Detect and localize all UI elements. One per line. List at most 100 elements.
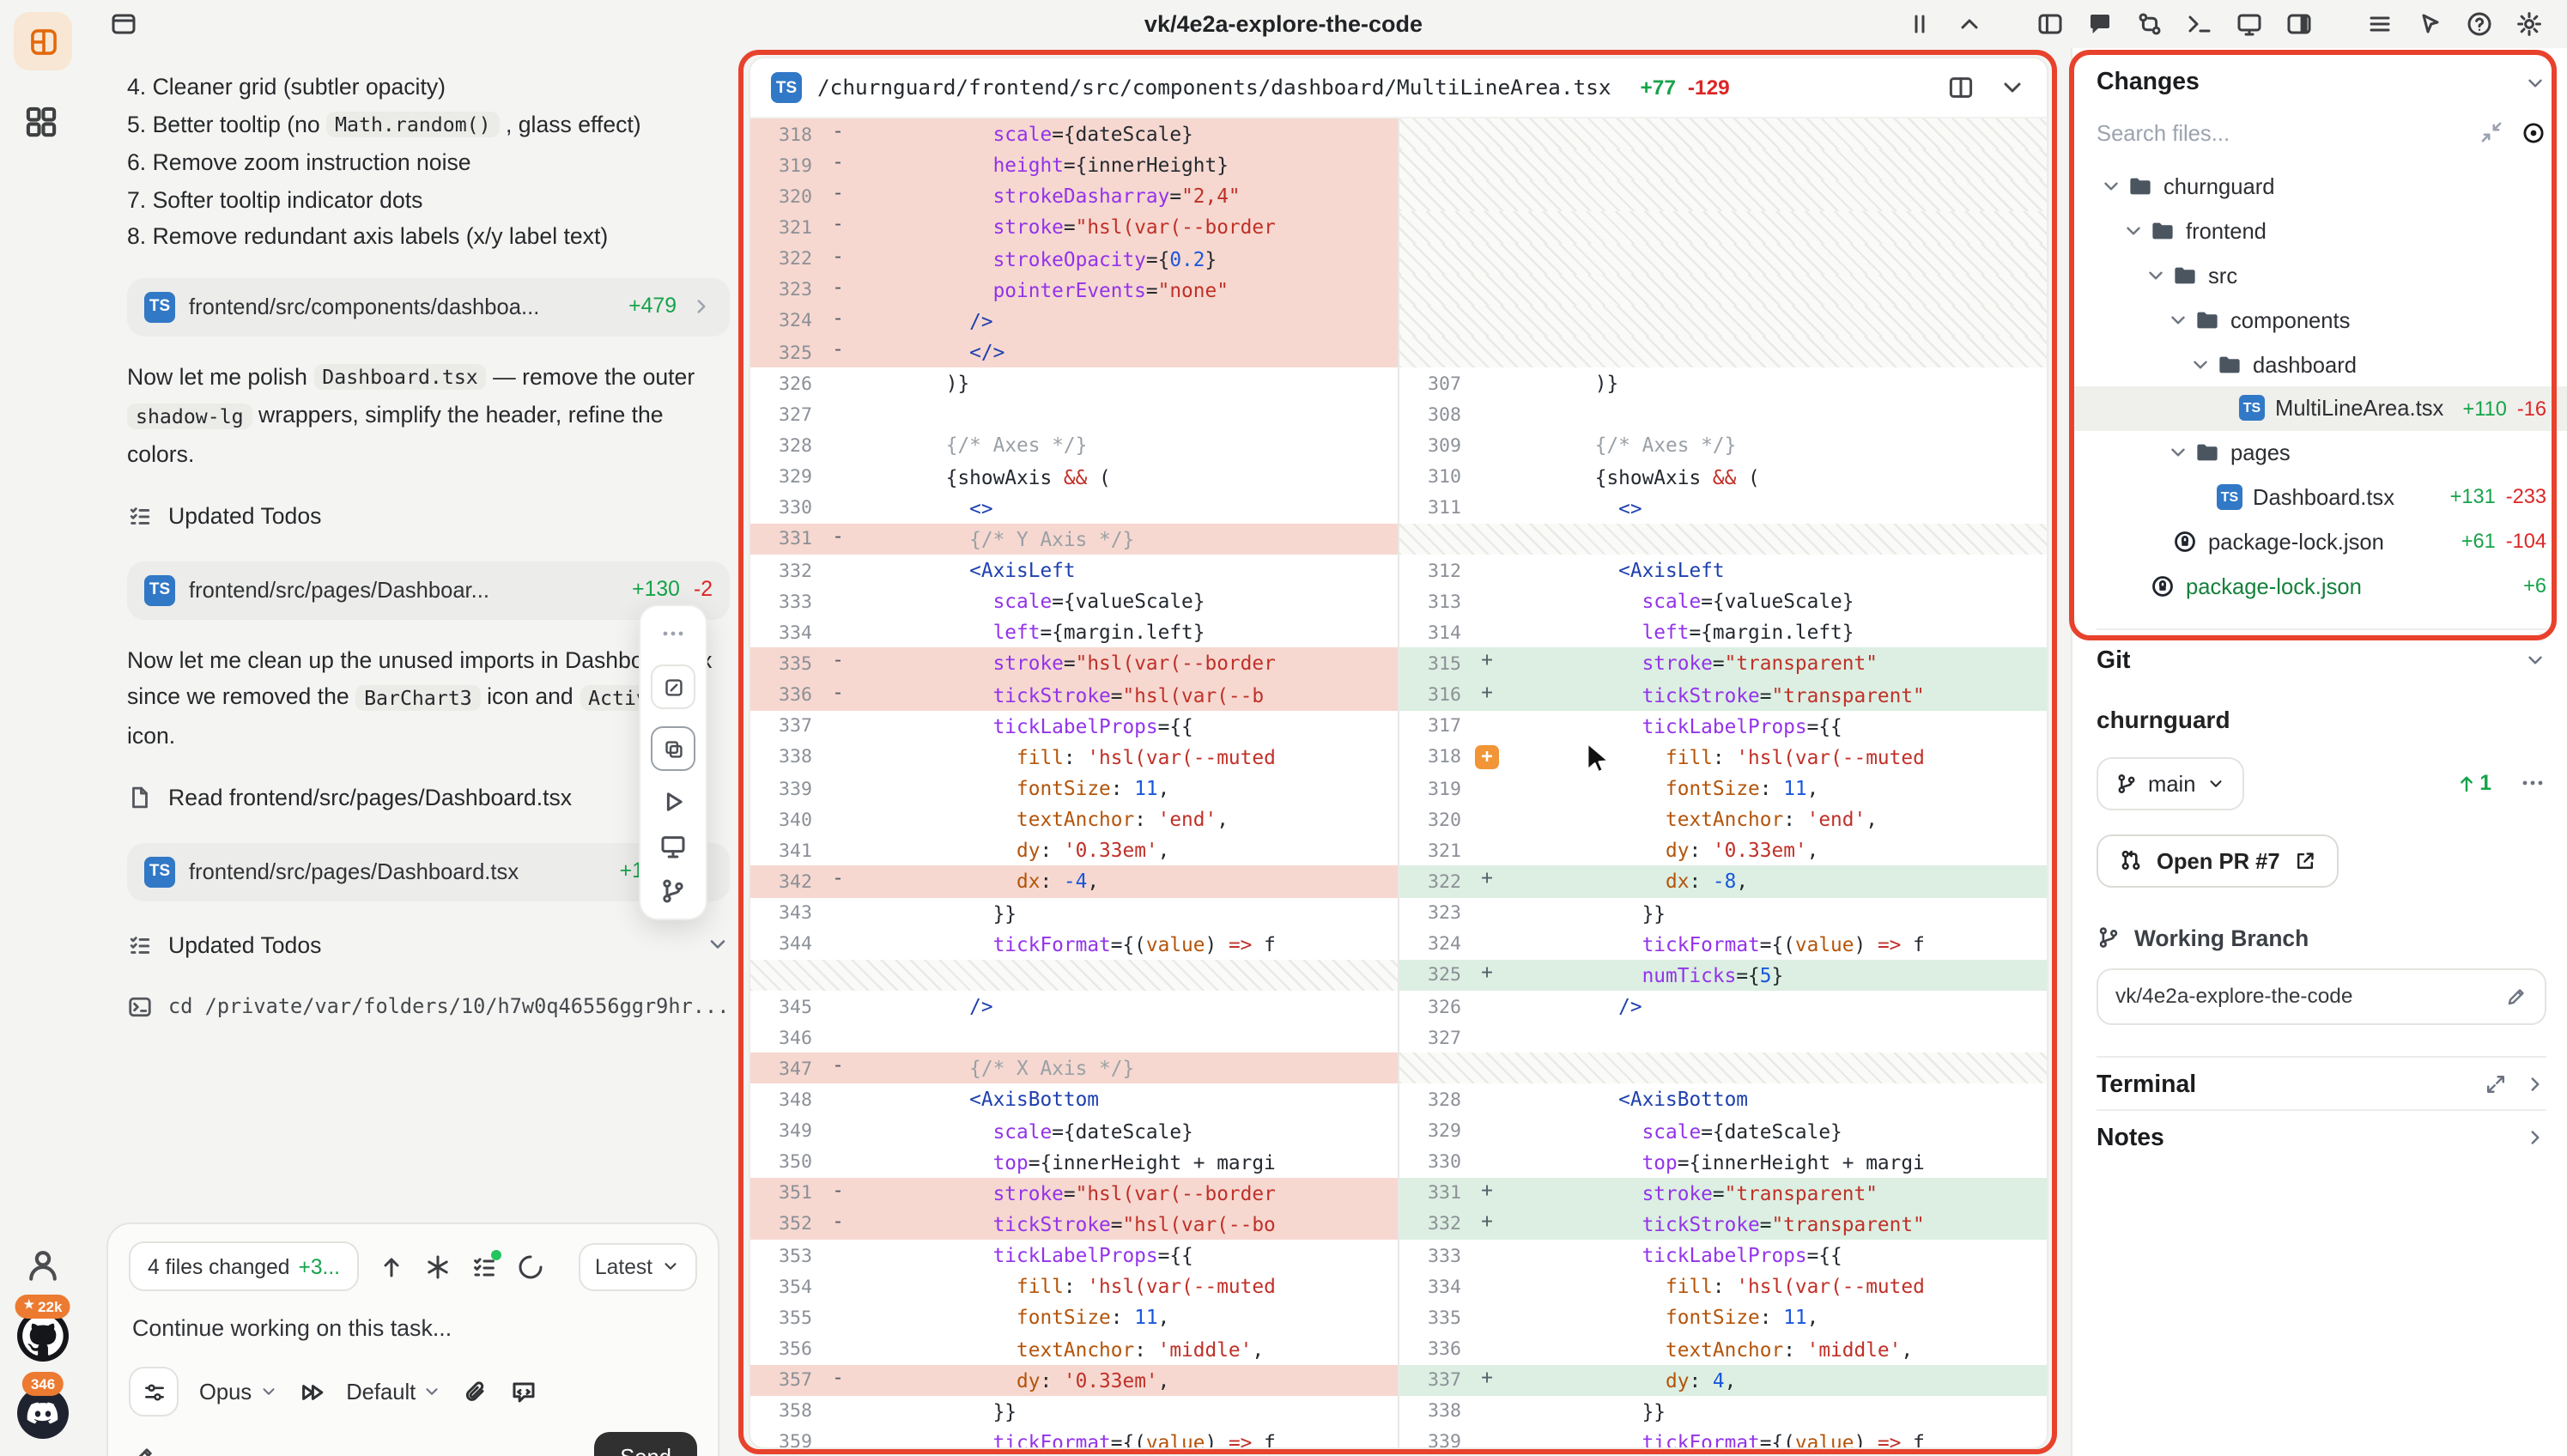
star-icon: ★	[24, 1301, 35, 1313]
add-comment-button[interactable]: +	[1475, 745, 1499, 769]
open-pr-button[interactable]: Open PR #7	[2097, 834, 2339, 888]
search-files-input[interactable]: Search files...	[2097, 119, 2462, 145]
home-workspace-button[interactable]	[14, 12, 72, 70]
tool-row[interactable]: Updated Todos	[127, 926, 730, 963]
terminal-command-row[interactable]: cd /private/var/folders/10/h7w0q46556ggr…	[127, 989, 730, 1026]
watch-toggle-button[interactable]	[2521, 119, 2546, 145]
menu-button[interactable]	[2366, 10, 2394, 38]
tree-item-frontend[interactable]: frontend	[2097, 209, 2546, 254]
help-button[interactable]	[2466, 10, 2493, 38]
github-link[interactable]: ★22k	[17, 1310, 69, 1362]
files-changed-label: 4 files changed	[148, 1254, 289, 1278]
edit-pencil-button[interactable]	[129, 1443, 156, 1456]
diff-row: 358 }}338 }}	[750, 1396, 2047, 1427]
terminal-section-header[interactable]: Terminal	[2097, 1056, 2546, 1109]
pointer-mode-button[interactable]	[2416, 10, 2443, 38]
file-chip[interactable]: TSfrontend/src/components/dashboa...+479	[127, 277, 730, 336]
diff-filler	[1399, 1053, 2047, 1083]
present-button[interactable]	[659, 833, 687, 860]
toggle-right-panel-button[interactable]	[2285, 10, 2313, 38]
chevron-down-icon[interactable]	[2189, 353, 2212, 375]
tree-item-pages[interactable]: pages	[2097, 431, 2546, 476]
tree-item-package-lock-json[interactable]: package-lock.json+61-104	[2097, 519, 2546, 564]
workspaces-button[interactable]	[22, 103, 60, 149]
fast-forward-button[interactable]	[298, 1378, 325, 1405]
model-dropdown[interactable]: Opus	[199, 1379, 277, 1404]
diff-line-new: 331+ stroke="transparent"	[1399, 1178, 2047, 1209]
annotate-button[interactable]	[651, 664, 695, 709]
preview-monitor-button[interactable]	[2236, 10, 2263, 38]
collapse-up-button[interactable]	[1956, 10, 1983, 38]
layout-grid-icon	[27, 25, 59, 58]
working-branch-input[interactable]: vk/4e2a-explore-the-code	[2097, 968, 2546, 1025]
collapse-git-button[interactable]	[2524, 650, 2546, 672]
composer: 4 files changed +3... Latest Continue wo…	[106, 1222, 719, 1456]
pause-button[interactable]	[1906, 10, 1933, 38]
discord-link[interactable]: 346	[17, 1387, 69, 1439]
chevron-down-icon[interactable]	[2100, 176, 2122, 198]
collapse-changes-button[interactable]	[2524, 71, 2546, 94]
tree-item-dashboard[interactable]: dashboard	[2097, 342, 2546, 386]
tree-item-dashboard-tsx[interactable]: TSDashboard.tsx+131-233	[2097, 475, 2546, 519]
git-menu-button[interactable]	[2519, 770, 2546, 798]
tool-row[interactable]: Updated Todos	[127, 498, 730, 535]
account-button[interactable]	[24, 1247, 62, 1284]
tree-item-components[interactable]: components	[2097, 298, 2546, 343]
tree-item-multilinearea-tsx[interactable]: TSMultiLineArea.tsx+110-16	[2097, 386, 2546, 431]
git-branch-icon	[2097, 926, 2121, 950]
diff-filler	[1399, 118, 2047, 149]
todos-button[interactable]	[470, 1253, 498, 1280]
collapse-tree-button[interactable]	[2479, 120, 2503, 144]
tree-item-stats: +110-16	[2462, 397, 2546, 421]
sparkle-button[interactable]	[424, 1253, 452, 1280]
terminal-button[interactable]	[2186, 10, 2213, 38]
mode-dropdown[interactable]: Default	[346, 1379, 441, 1404]
chat-panel-button[interactable]	[2086, 10, 2114, 38]
diff-line-old: 319- height={innerHeight}	[750, 149, 1399, 180]
chevron-down-icon[interactable]	[2167, 441, 2189, 464]
tree-item-stats: +61-104	[2461, 530, 2546, 554]
diff-line-new: 327	[1399, 1022, 2047, 1053]
diff-line-old: 333 scale={valueScale}	[750, 585, 1399, 616]
diff-row: 346327	[750, 1022, 2047, 1053]
collapse-diff-button[interactable]	[1999, 74, 2026, 101]
diff-line-new: 323 }}	[1399, 897, 2047, 928]
composer-input[interactable]: Continue working on this task...	[132, 1315, 694, 1341]
commits-ahead[interactable]: 1	[2455, 772, 2491, 796]
notes-section-header[interactable]: Notes	[2097, 1109, 2546, 1162]
chevron-down-icon[interactable]	[2145, 264, 2167, 287]
diff-line-old: 337 tickLabelProps={{	[750, 710, 1399, 741]
tree-item-stats: +131-233	[2450, 485, 2546, 509]
split-view-toggle[interactable]	[1947, 74, 1975, 101]
files-changed-chip[interactable]: 4 files changed +3...	[129, 1241, 359, 1291]
tree-item-churnguard[interactable]: churnguard	[2097, 165, 2546, 209]
ahead-count: 1	[2479, 772, 2491, 796]
chevron-down-icon[interactable]	[2122, 220, 2145, 242]
diff-row: 338 fill: 'hsl(var(--muted318+ fill: 'hs…	[750, 742, 2047, 773]
attach-button[interactable]	[462, 1378, 489, 1405]
window-icon[interactable]	[110, 10, 137, 38]
chat-settings-button[interactable]	[129, 1367, 179, 1417]
expand-terminal-button[interactable]	[2485, 1074, 2507, 1096]
git-compare-button[interactable]	[2136, 10, 2163, 38]
branch-selector[interactable]: main	[2097, 757, 2244, 810]
send-button[interactable]: Send	[594, 1432, 697, 1456]
diff-row: 318- scale={dateScale}	[750, 118, 2047, 149]
branch-button[interactable]	[659, 877, 687, 905]
latest-dropdown[interactable]: Latest	[578, 1242, 697, 1290]
file-chip[interactable]: TSfrontend/src/pages/Dashboar...+130-2	[127, 561, 730, 619]
edit-branch-button[interactable]	[2505, 986, 2528, 1008]
code-review-button[interactable]	[510, 1378, 537, 1405]
chevron-down-icon[interactable]	[2167, 309, 2189, 331]
settings-button[interactable]	[2515, 10, 2543, 38]
toggle-left-panel-button[interactable]	[2036, 10, 2064, 38]
scroll-to-top-button[interactable]	[378, 1253, 405, 1280]
more-actions-button[interactable]	[659, 620, 687, 647]
chevron-down-icon[interactable]	[706, 933, 730, 957]
run-button[interactable]	[659, 788, 687, 816]
copy-button[interactable]	[651, 726, 695, 771]
checklist-icon	[127, 504, 153, 530]
diff-line-new: 322+ dx: -8,	[1399, 866, 2047, 897]
tree-item-src[interactable]: src	[2097, 253, 2546, 298]
tree-item-package-lock-json[interactable]: package-lock.json+6	[2097, 563, 2546, 608]
